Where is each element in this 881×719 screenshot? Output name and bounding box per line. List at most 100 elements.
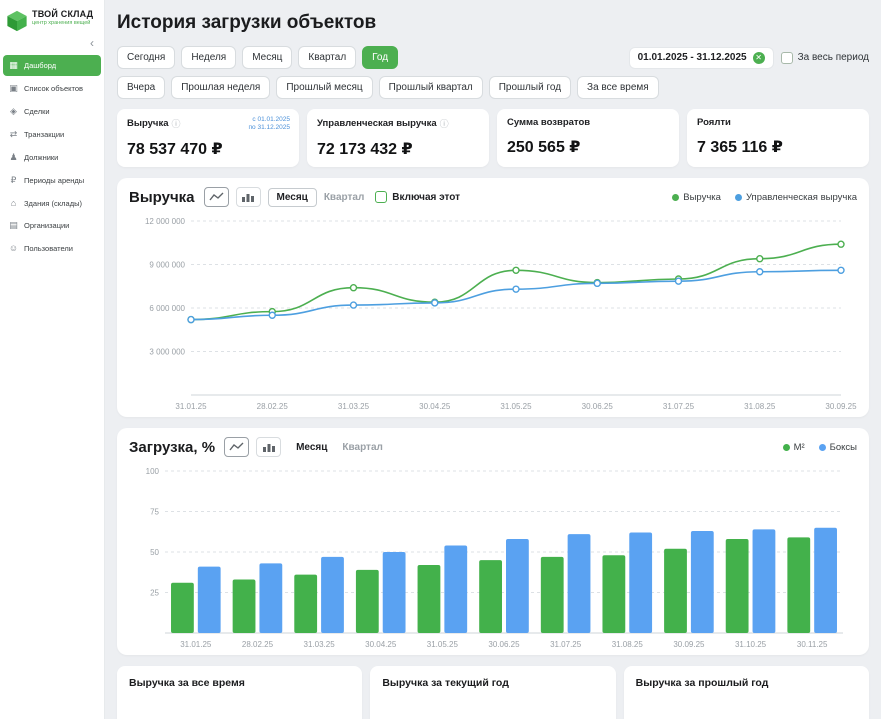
kpi-header: Управленческая выручка ⓘ xyxy=(317,117,479,130)
sidebar-item-debtors[interactable]: ♟ Должники xyxy=(3,147,101,168)
sidebar-item-transactions[interactable]: ⇄ Транзакции xyxy=(3,124,101,145)
svg-text:3 000 000: 3 000 000 xyxy=(149,348,185,357)
period-button-week[interactable]: Неделя xyxy=(181,46,237,69)
svg-text:31.01.25: 31.01.25 xyxy=(175,402,207,411)
rent-periods-icon: ₽ xyxy=(10,175,17,185)
svg-text:31.05.25: 31.05.25 xyxy=(500,402,532,411)
svg-text:30.11.25: 30.11.25 xyxy=(797,640,828,649)
past-period-button-last-week[interactable]: Прошлая неделя xyxy=(171,76,271,99)
sidebar-menu: ▦ Дашборд ▣ Список объектов ◈ Сделки ⇄ Транзакц… xyxy=(0,55,104,258)
kpi-header: Роялти xyxy=(697,117,859,128)
sidebar-collapse-icon[interactable]: ‹ xyxy=(0,34,104,50)
kpi-value: 72 173 432 ₽ xyxy=(317,141,413,158)
revenue-chart-header: Выручка Месяц Квартал Включая этот Выруч… xyxy=(129,187,857,207)
sidebar-item-organizations[interactable]: ▤ Организации xyxy=(3,215,101,236)
bottom-card-title: Выручка за прошлый год xyxy=(635,677,769,689)
kpi-value: 7 365 116 ₽ xyxy=(697,139,783,156)
bar-chart-toggle[interactable] xyxy=(256,437,282,457)
date-range-value: 01.01.2025 - 31.12.2025 xyxy=(637,52,747,63)
past-period-button-last-quarter[interactable]: Прошлый квартал xyxy=(378,76,483,99)
clear-date-icon[interactable]: ✕ xyxy=(752,51,765,64)
load-chart-title: Загрузка, % xyxy=(129,438,216,456)
period-filters: Сегодня Неделя Месяц Квартал Год xyxy=(117,46,399,69)
load-chart-header: Загрузка, % Месяц Квартал М² Боксы xyxy=(129,437,857,457)
sidebar-item-deals[interactable]: ◈ Сделки xyxy=(3,101,101,122)
organizations-icon: ▤ xyxy=(9,220,18,230)
logo-text: ТВОЙ СКЛАД центр хранения вещей xyxy=(32,9,93,27)
sidebar-item-label: Здания (склады) xyxy=(24,198,82,208)
include-current-checkbox[interactable]: Включая этот xyxy=(375,191,460,203)
legend-dot xyxy=(818,443,826,451)
main-content: История загрузки объектов Сегодня Неделя М… xyxy=(105,0,881,719)
sidebar-item-label: Дашборд xyxy=(24,61,57,70)
sidebar-item-label: Сделки xyxy=(24,107,50,116)
revenue-quarter-toggle[interactable]: Квартал xyxy=(324,192,364,203)
line-chart-toggle[interactable] xyxy=(224,437,250,457)
kpi-label: Управленческая выручка xyxy=(317,118,437,129)
buildings-icon: ⌂ xyxy=(10,198,17,208)
bar-chart-icon xyxy=(242,194,255,202)
past-period-button-last-year[interactable]: Прошлый год xyxy=(488,76,572,99)
sidebar-item-objects-list[interactable]: ▣ Список объектов xyxy=(3,78,101,99)
load-quarter-toggle[interactable]: Квартал xyxy=(342,442,382,453)
past-period-button-last-month[interactable]: Прошлый месяц xyxy=(276,76,373,99)
period-button-today[interactable]: Сегодня xyxy=(117,46,176,69)
legend-label: Выручка xyxy=(683,191,721,203)
transactions-icon: ⇄ xyxy=(9,129,18,139)
svg-text:9 000 000: 9 000 000 xyxy=(149,261,185,270)
legend-0: Выручка Управленческая выручка xyxy=(672,192,857,203)
period-button-month[interactable]: Месяц xyxy=(242,46,293,69)
past-period-button-yesterday[interactable]: Вчера xyxy=(117,76,166,99)
sidebar-item-rent-periods[interactable]: ₽ Периоды аренды xyxy=(3,170,101,191)
legend-1: М² Боксы xyxy=(782,441,857,453)
sidebar-item-dashboard[interactable]: ▦ Дашборд xyxy=(3,55,101,76)
info-icon[interactable]: ⓘ xyxy=(172,117,181,130)
whole-period-checkbox[interactable]: За весь период xyxy=(780,51,869,64)
legend-label: Управленческая выручка xyxy=(745,191,857,203)
bottom-card-title: Выручка за текущий год xyxy=(382,677,509,689)
svg-text:30.06.25: 30.06.25 xyxy=(582,402,614,411)
sidebar-item-label: Пользователи xyxy=(24,243,73,253)
period-button-year[interactable]: Год xyxy=(362,46,399,69)
date-range-picker[interactable]: 01.01.2025 - 31.12.2025 ✕ xyxy=(628,46,774,69)
svg-text:30.09.25: 30.09.25 xyxy=(673,640,705,649)
kpi-card-revenue: Выручка ⓘ с 01.01.2025 по 31.12.2025 78 537 … xyxy=(117,109,299,167)
past-period-button-all-time[interactable]: За все время xyxy=(577,76,659,99)
svg-text:75: 75 xyxy=(150,508,159,517)
revenue-chart-title: Выручка xyxy=(129,188,195,206)
line-chart-icon xyxy=(208,192,224,201)
kpi-value: 78 537 470 ₽ xyxy=(127,141,223,158)
info-icon[interactable]: ⓘ xyxy=(440,117,449,130)
users-icon: ☺ xyxy=(8,243,19,253)
svg-text:30.06.25: 30.06.25 xyxy=(488,640,520,649)
bottom-card-title: Выручка за все время xyxy=(129,677,245,689)
sidebar-item-users[interactable]: ☺ Пользователи xyxy=(3,238,101,258)
bar-chart-toggle[interactable] xyxy=(235,187,261,207)
dashboard-icon: ▦ xyxy=(9,60,18,70)
legend-label: М² xyxy=(793,441,805,453)
checkbox-icon xyxy=(780,51,793,64)
sidebar-item-label: Должники xyxy=(24,153,59,162)
app-root: ТВОЙ СКЛАД центр хранения вещей ‹ ▦ Дашбо… xyxy=(0,0,881,719)
revenue-chart-card: Выручка Месяц Квартал Включая этот Выруч… xyxy=(117,178,869,417)
load-month-toggle[interactable]: Месяц xyxy=(288,438,336,456)
load-chart-plot: 25 50 75 100 31.01.25 28.02.25 31.03.25 30.04.2… xyxy=(129,461,857,653)
kpi-card-returns: Сумма возвратов 250 565 ₽ xyxy=(497,109,679,167)
svg-text:25: 25 xyxy=(150,589,159,598)
logo[interactable]: ТВОЙ СКЛАД центр хранения вещей xyxy=(0,8,104,34)
period-button-quarter[interactable]: Квартал xyxy=(298,46,357,69)
whole-period-label: За весь период xyxy=(797,52,869,63)
kpi-label: Сумма возвратов xyxy=(507,117,591,128)
sidebar-item-buildings[interactable]: ⌂ Здания (склады) xyxy=(3,193,101,213)
svg-text:100: 100 xyxy=(146,467,160,476)
svg-text:30.04.25: 30.04.25 xyxy=(419,402,451,411)
kpi-value: 250 565 ₽ xyxy=(507,139,581,156)
revenue-chart-plot: 3 000 000 6 000 000 9 000 000 12 000 000 31.… xyxy=(129,211,857,415)
kpi-row: Выручка ⓘ с 01.01.2025 по 31.12.2025 78 537 … xyxy=(117,109,869,167)
revenue-month-toggle[interactable]: Месяц xyxy=(267,187,317,207)
kpi-card-management-revenue: Управленческая выручка ⓘ 72 173 432 ₽ xyxy=(307,109,489,167)
line-chart-toggle[interactable] xyxy=(203,187,229,207)
svg-text:12 000 000: 12 000 000 xyxy=(145,217,186,226)
svg-text:31.07.25: 31.07.25 xyxy=(550,640,582,649)
include-current-label: Включая этот xyxy=(392,191,461,203)
